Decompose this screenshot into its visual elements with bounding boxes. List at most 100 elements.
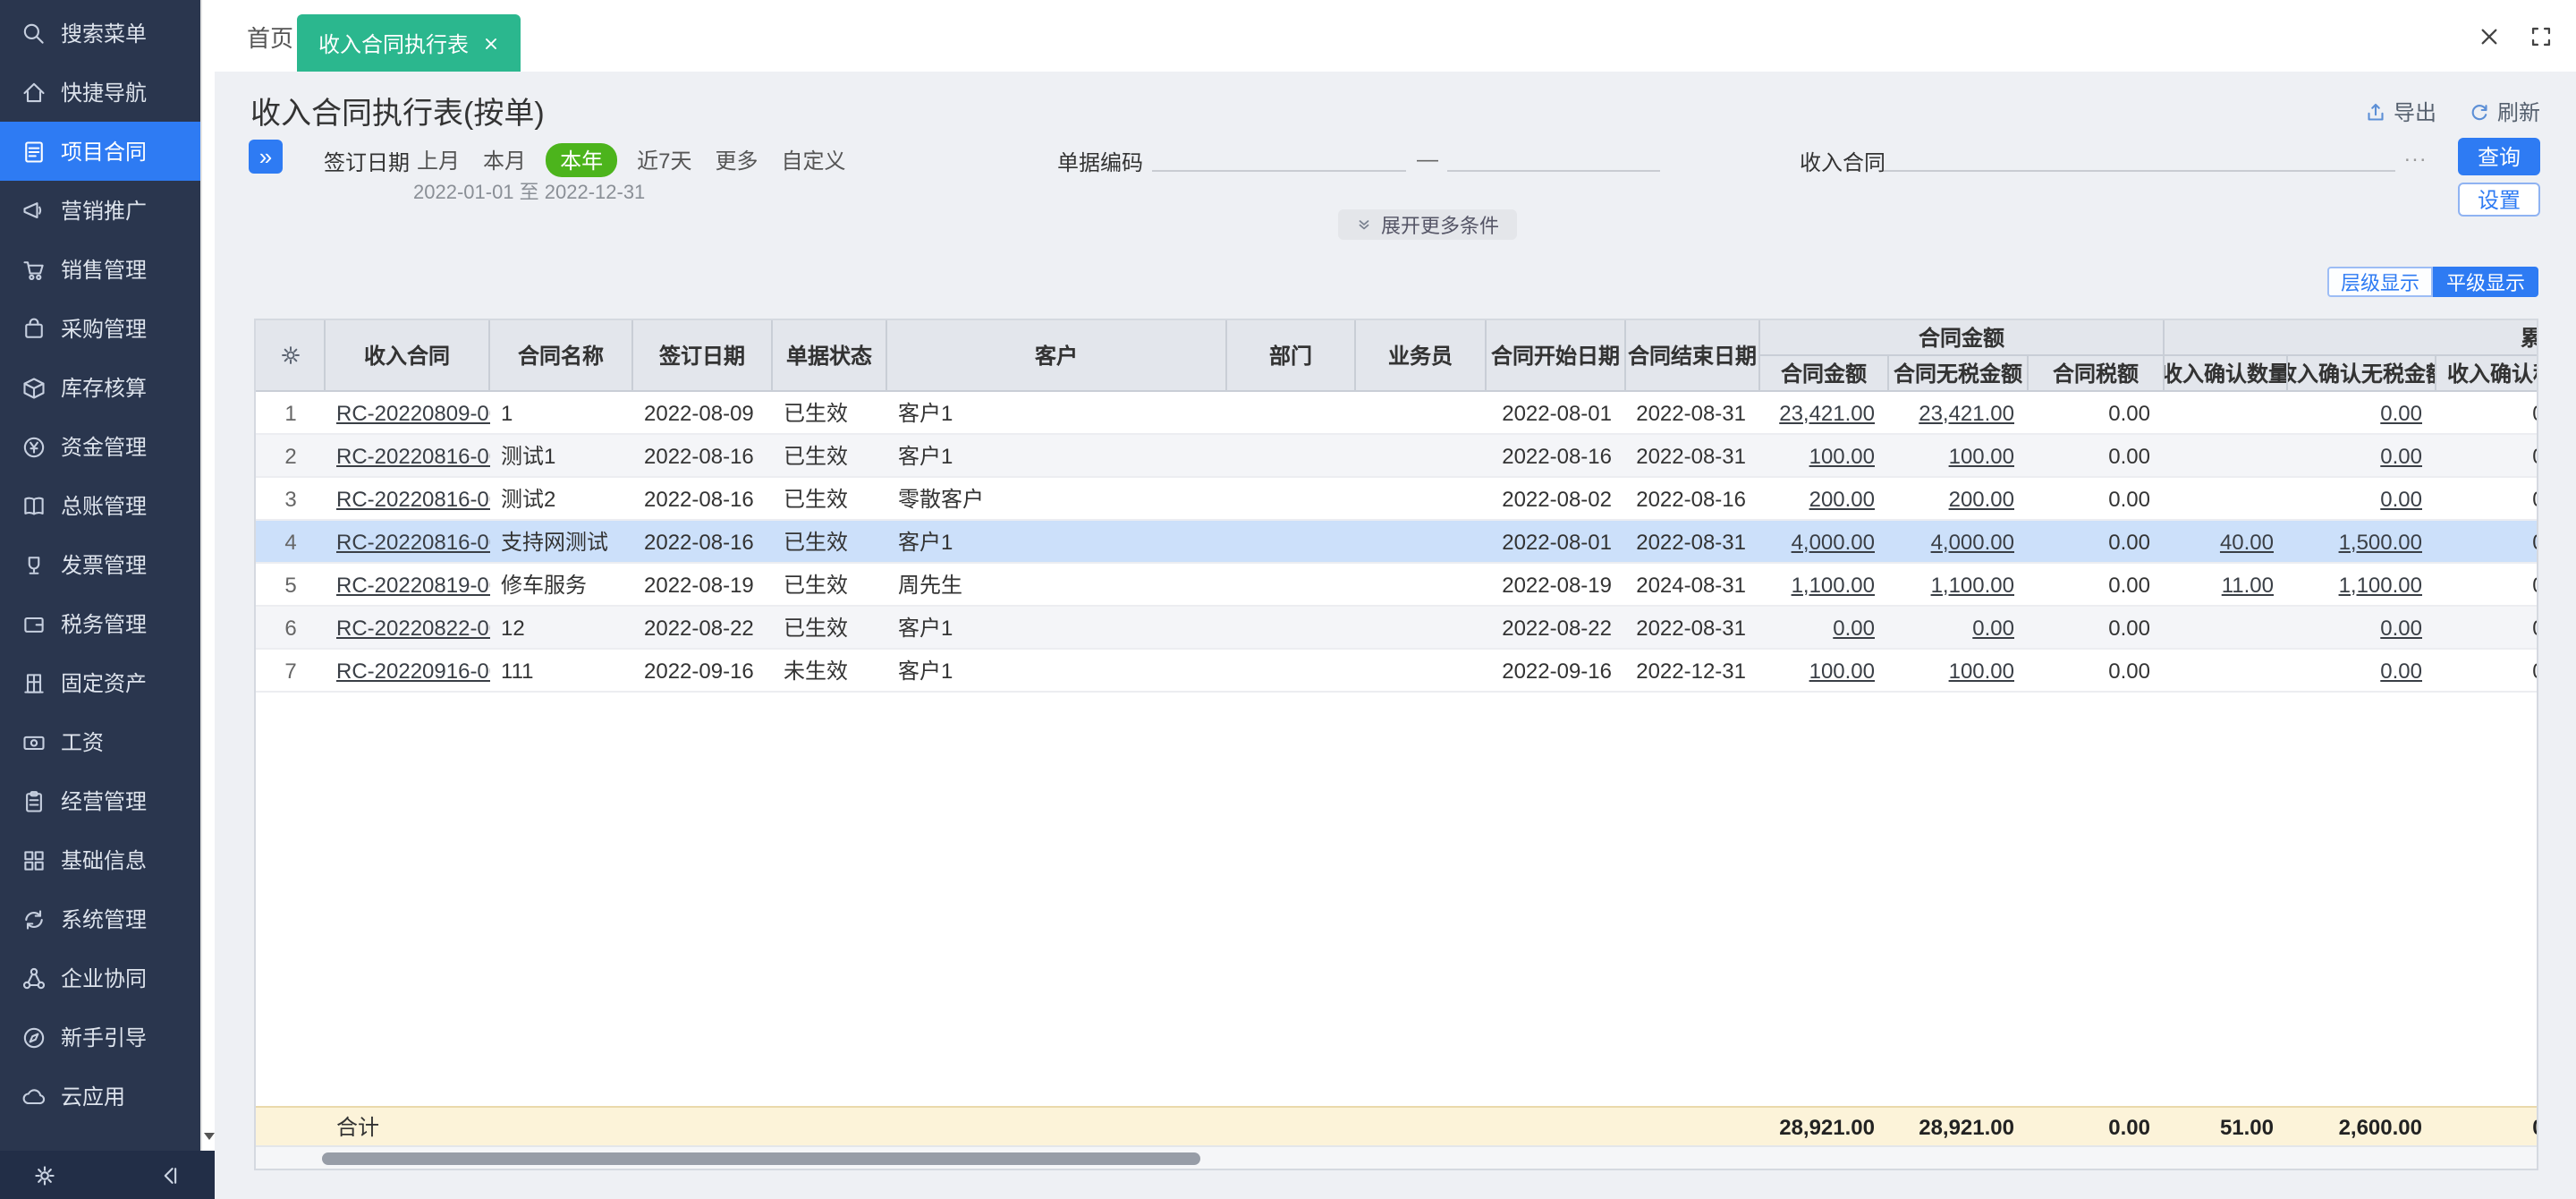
sidebar-item-base-info[interactable]: 基础信息 xyxy=(0,830,200,889)
sidebar-item-invoice[interactable]: 发票管理 xyxy=(0,535,200,594)
horizontal-scrollbar[interactable] xyxy=(256,1145,2537,1169)
col-header-qty[interactable]: 收入确认数量 xyxy=(2165,356,2288,392)
sidebar-item-collaboration[interactable]: 企业协同 xyxy=(0,948,200,1008)
quick-option-last-7-days[interactable]: 近7天 xyxy=(633,143,695,177)
toggle-hierarchy-view[interactable]: 层级显示 xyxy=(2327,267,2433,297)
sidebar-item-tax[interactable]: 税务管理 xyxy=(0,594,200,653)
table-row[interactable]: 4 RC-20220816-003 支持网测试 2022-08-16 已生效 客户1 202… xyxy=(256,521,2537,564)
fullscreen-icon[interactable] xyxy=(2529,24,2553,47)
table-row[interactable]: 7 RC-20220916-001 111 2022-09-16 未生效 客户1 2022-… xyxy=(256,650,2537,693)
col-header-amount_notax[interactable]: 合同无税金额 xyxy=(1889,356,2029,392)
quick-option-this-year[interactable]: 本年 xyxy=(546,143,618,177)
refresh-button[interactable]: 刷新 xyxy=(2469,97,2540,127)
table-row[interactable]: 2 RC-20220816-001 测试1 2022-08-16 已生效 客户1 2022-… xyxy=(256,435,2537,478)
amount_notax-link[interactable]: 100.00 xyxy=(1949,443,2014,468)
collapse-sidebar-icon[interactable] xyxy=(157,1162,182,1187)
code-link[interactable]: RC-20220809-001 xyxy=(336,400,490,425)
income-contract-picker-button[interactable]: ... xyxy=(2404,141,2428,166)
code-link[interactable]: RC-20220822-001 xyxy=(336,615,490,640)
doc-code-from-input[interactable] xyxy=(1152,136,1406,172)
col-header-start[interactable]: 合同开始日期 xyxy=(1487,320,1626,392)
amount-link[interactable]: 100.00 xyxy=(1809,443,1875,468)
gear-icon[interactable] xyxy=(278,344,301,367)
tab-income-contract-report[interactable]: 收入合同执行表 xyxy=(297,14,521,72)
sidebar-item-payroll[interactable]: 工资 xyxy=(0,712,200,771)
col-header-dept[interactable]: 部门 xyxy=(1227,320,1356,392)
table-row[interactable]: 3 RC-20220816-002 测试2 2022-08-16 已生效 零散客户 2022… xyxy=(256,478,2537,521)
col-header-confirm_notax[interactable]: 收入确认无税金额 xyxy=(2288,356,2436,392)
sidebar-item-fixed-assets[interactable]: 固定资产 xyxy=(0,653,200,712)
amount_notax-link[interactable]: 200.00 xyxy=(1949,486,2014,511)
col-header-confirm_tax[interactable]: 收入确认税额 xyxy=(2436,356,2537,392)
code-link[interactable]: RC-20220816-001 xyxy=(336,443,490,468)
amount-link[interactable]: 1,100.00 xyxy=(1792,572,1875,597)
qty-link[interactable]: 40.00 xyxy=(2220,529,2274,554)
confirm_notax-link[interactable]: 1,100.00 xyxy=(2339,572,2422,597)
amount_notax-link[interactable]: 0.00 xyxy=(1972,615,2014,640)
sidebar-item-search-menu[interactable]: 搜索菜单 xyxy=(0,4,200,63)
query-button[interactable]: 查询 xyxy=(2458,138,2540,175)
sidebar-item-project-contract[interactable]: 项目合同 xyxy=(0,122,200,181)
col-header-end[interactable]: 合同结束日期 xyxy=(1626,320,1760,392)
export-button[interactable]: 导出 xyxy=(2365,97,2436,127)
tab-close-icon[interactable] xyxy=(483,35,499,51)
sidebar-item-marketing[interactable]: 营销推广 xyxy=(0,181,200,240)
filter-settings-button[interactable]: 设置 xyxy=(2458,183,2540,217)
quick-option-this-month[interactable]: 本月 xyxy=(479,143,530,177)
amount_notax-link[interactable]: 23,421.00 xyxy=(1919,400,2014,425)
sidebar-scrollbar[interactable] xyxy=(200,0,215,1151)
col-header-status[interactable]: 单据状态 xyxy=(773,320,887,392)
confirm_notax-link[interactable]: 0.00 xyxy=(2380,615,2422,640)
settings-gear-icon[interactable] xyxy=(32,1162,57,1187)
sidebar-item-operations[interactable]: 经营管理 xyxy=(0,771,200,830)
sidebar-item-purchase[interactable]: 采购管理 xyxy=(0,299,200,358)
sidebar-item-sales[interactable]: 销售管理 xyxy=(0,240,200,299)
collapse-filter-button[interactable]: » xyxy=(249,140,283,174)
tab-home[interactable]: 首页 xyxy=(247,0,293,72)
qty-link[interactable]: 11.00 xyxy=(2222,572,2274,597)
doc-code-to-input[interactable] xyxy=(1447,136,1660,172)
table-row[interactable]: 5 RC-20220819-001 修车服务 2022-08-19 已生效 周先生 2022… xyxy=(256,564,2537,607)
amount-link[interactable]: 100.00 xyxy=(1809,658,1875,683)
col-header-n[interactable] xyxy=(256,320,326,392)
close-icon[interactable] xyxy=(2478,24,2501,47)
amount_notax-link[interactable]: 1,100.00 xyxy=(1931,572,2014,597)
income-contract-input[interactable] xyxy=(1884,136,2395,172)
confirm_notax-link[interactable]: 0.00 xyxy=(2380,486,2422,511)
confirm_notax-link[interactable]: 0.00 xyxy=(2380,443,2422,468)
table-row[interactable]: 1 RC-20220809-001 1 2022-08-09 已生效 客户1 2022-08… xyxy=(256,392,2537,435)
amount-link[interactable]: 4,000.00 xyxy=(1792,529,1875,554)
sidebar-item-system[interactable]: 系统管理 xyxy=(0,889,200,948)
toggle-flat-view[interactable]: 平级显示 xyxy=(2433,267,2538,297)
sidebar-item-general-ledger[interactable]: 总账管理 xyxy=(0,476,200,535)
amount-link[interactable]: 200.00 xyxy=(1809,486,1875,511)
quick-option-last-month[interactable]: 上月 xyxy=(413,143,463,177)
confirm_notax-link[interactable]: 0.00 xyxy=(2380,658,2422,683)
sidebar-item-quick-nav[interactable]: 快捷导航 xyxy=(0,63,200,122)
col-header-tax[interactable]: 合同税额 xyxy=(2029,356,2165,392)
code-link[interactable]: RC-20220916-001 xyxy=(336,658,490,683)
sidebar-item-inventory-accounting[interactable]: 库存核算 xyxy=(0,358,200,417)
confirm_notax-link[interactable]: 1,500.00 xyxy=(2339,529,2422,554)
quick-option-custom[interactable]: 自定义 xyxy=(778,143,850,177)
col-header-code[interactable]: 收入合同 xyxy=(326,320,490,392)
table-row[interactable]: 6 RC-20220822-001 12 2022-08-22 已生效 客户1 2022-0… xyxy=(256,607,2537,650)
sidebar-scroll-down-arrow[interactable] xyxy=(204,1133,215,1140)
code-link[interactable]: RC-20220816-002 xyxy=(336,486,490,511)
confirm_notax-link[interactable]: 0.00 xyxy=(2380,400,2422,425)
col-header-amount[interactable]: 合同金额 xyxy=(1760,356,1889,392)
horizontal-scrollbar-thumb[interactable] xyxy=(322,1152,1200,1165)
code-link[interactable]: RC-20220816-003 xyxy=(336,529,490,554)
col-header-name[interactable]: 合同名称 xyxy=(490,320,633,392)
sidebar-item-beginner-guide[interactable]: 新手引导 xyxy=(0,1008,200,1067)
code-link[interactable]: RC-20220819-001 xyxy=(336,572,490,597)
amount_notax-link[interactable]: 4,000.00 xyxy=(1931,529,2014,554)
sidebar-item-funds[interactable]: 资金管理 xyxy=(0,417,200,476)
expand-more-conditions-button[interactable]: 展开更多条件 xyxy=(1338,209,1517,240)
col-header-customer[interactable]: 客户 xyxy=(887,320,1227,392)
col-header-sign[interactable]: 签订日期 xyxy=(633,320,773,392)
quick-option-more[interactable]: 更多 xyxy=(711,143,761,177)
amount-link[interactable]: 23,421.00 xyxy=(1779,400,1875,425)
col-header-sales[interactable]: 业务员 xyxy=(1356,320,1487,392)
amount-link[interactable]: 0.00 xyxy=(1833,615,1875,640)
